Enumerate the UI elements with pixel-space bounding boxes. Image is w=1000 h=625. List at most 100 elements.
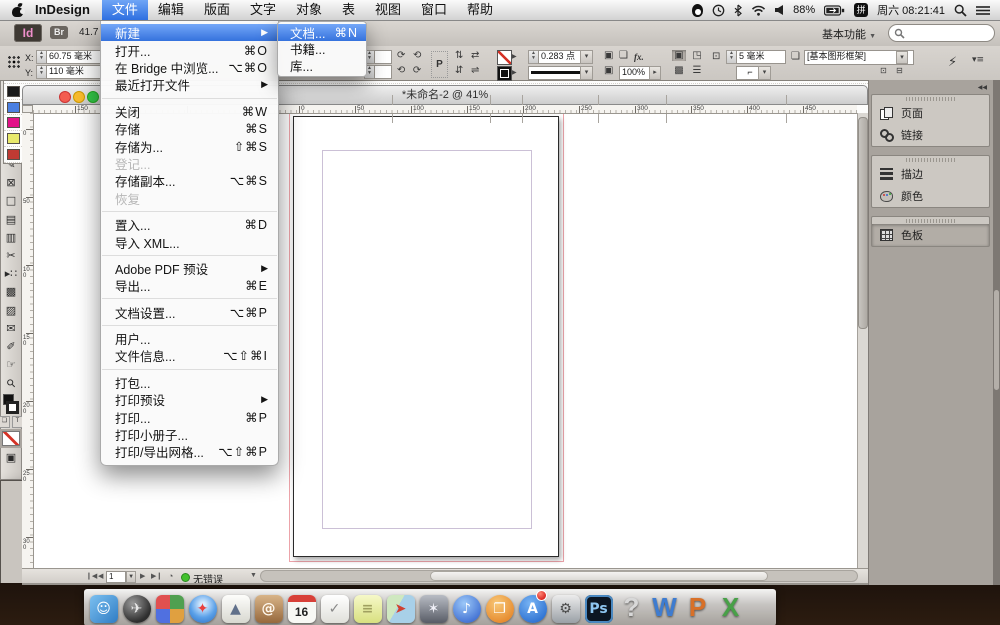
apply-none-button[interactable] — [2, 431, 20, 446]
zoom-button[interactable] — [87, 91, 99, 103]
menu-7[interactable]: 视图 — [365, 0, 411, 20]
battery-icon[interactable] — [824, 5, 845, 16]
dock-scrollbar-thumb[interactable] — [994, 290, 999, 390]
next-page-button[interactable]: ▶ — [140, 572, 145, 580]
close-button[interactable] — [59, 91, 71, 103]
dock-app-app-store[interactable]: A — [517, 590, 548, 623]
shear-icon[interactable]: ⟲ — [413, 65, 421, 76]
quick-apply-icon[interactable]: ⚡ — [948, 55, 957, 70]
wrap-shape-button[interactable]: ▩ — [672, 65, 686, 76]
vertical-ruler[interactable]: 050100150200250300 — [22, 113, 34, 568]
app-menu-title[interactable]: InDesign — [31, 0, 102, 20]
break-link-style-icon[interactable]: ⊟ — [896, 66, 903, 75]
dock-app-safari[interactable]: ✦ — [187, 590, 218, 623]
gradient-swatch-tool[interactable]: ▩ — [1, 283, 21, 301]
panel-tab-stroke[interactable]: 描边 — [872, 163, 989, 185]
corner-size-field[interactable]: 5 毫米 — [736, 50, 786, 64]
minimize-button[interactable] — [73, 91, 85, 103]
effects-button[interactable]: fx. — [634, 52, 644, 62]
rotate-cw-icon[interactable]: ⟳ — [397, 50, 405, 61]
free-transform-tool[interactable]: ▸∷ — [1, 265, 21, 283]
fill-color-swatch[interactable] — [497, 66, 512, 81]
dock-app-dashboard[interactable] — [154, 590, 185, 623]
menu-3[interactable]: 版面 — [194, 0, 240, 20]
dock-app-finder[interactable]: ☺ — [88, 590, 119, 623]
menu-9[interactable]: 帮助 — [457, 0, 503, 20]
page-number-box[interactable]: 1 ▼ — [106, 571, 136, 581]
vertical-grid-tool[interactable]: ▥ — [1, 228, 21, 246]
stroke-color-arrow-icon[interactable]: ▶ — [512, 53, 517, 60]
file-menu-item[interactable]: 导出...⌘E — [101, 277, 278, 294]
file-menu-item[interactable]: 打印/导出网格...⌥⇧⌘P — [101, 443, 278, 460]
zoom-level-value[interactable]: 41.7 — [79, 27, 98, 38]
wifi-icon[interactable] — [751, 5, 766, 16]
panel-tab-color[interactable]: 颜色 — [872, 185, 989, 207]
last-page-button[interactable]: ▶❙ — [151, 572, 162, 580]
first-page-button[interactable]: ❙◀ — [86, 572, 97, 580]
file-menu-item[interactable]: 打印小册子... — [101, 426, 278, 443]
flip-horizontal-icon[interactable]: ⇄ — [471, 50, 479, 61]
apple-menu-icon[interactable] — [12, 3, 23, 17]
stroke-swatch[interactable] — [6, 401, 19, 414]
vertical-scrollbar-thumb[interactable] — [858, 117, 868, 329]
rotate-ccw-icon[interactable]: ⟲ — [413, 50, 421, 61]
file-menu-item[interactable]: 最近打开文件▶ — [101, 76, 278, 93]
file-menu-item[interactable]: 新建▶ — [101, 24, 278, 41]
dock-app-itunes[interactable]: ♪ — [451, 590, 482, 623]
object-style-arrow[interactable]: ▾ — [896, 51, 908, 64]
stroke-style-dropdown[interactable] — [528, 66, 586, 80]
menu-1[interactable]: 文件 — [102, 0, 148, 20]
bluetooth-icon[interactable] — [734, 4, 742, 17]
dock-collapse-icon[interactable]: ◀◀ — [978, 84, 987, 91]
file-menu-item[interactable]: 导入 XML... — [101, 233, 278, 250]
file-menu-item[interactable]: 存储副本...⌥⌘S — [101, 172, 278, 189]
dock-app-notes[interactable]: ≡ — [352, 590, 383, 623]
notification-center-icon[interactable] — [976, 5, 990, 16]
dock-app-photo-booth[interactable]: ✶ — [418, 590, 449, 623]
dock-app-contacts[interactable]: @ — [253, 590, 284, 623]
eyedropper-tool[interactable]: ✐ — [1, 337, 21, 355]
drop-shadow-icon[interactable]: ▣ — [604, 50, 613, 61]
wrap-bounding-button[interactable]: ◳ — [690, 50, 704, 61]
wrap-none-button[interactable]: ▣ — [672, 50, 686, 61]
rectangle-tool[interactable]: □ — [1, 192, 21, 210]
y-field[interactable]: 110 毫米 — [46, 65, 102, 79]
workspace-switcher[interactable]: 基本功能 ▼ — [822, 26, 876, 42]
fill-stroke-indicator[interactable] — [1, 392, 21, 416]
dock-app-maps[interactable]: ➤ — [385, 590, 416, 623]
frame-tool[interactable]: ⊠ — [1, 174, 21, 192]
corner-shape-dropdown[interactable]: ▾ — [758, 66, 771, 80]
rotate-content-icon[interactable]: ⇌ — [471, 65, 479, 76]
dock-app-word[interactable]: W — [649, 590, 680, 623]
menu-4[interactable]: 文字 — [240, 0, 286, 20]
gradient-feather-tool[interactable]: ▨ — [1, 301, 21, 319]
search-input[interactable] — [888, 24, 995, 42]
prev-page-button[interactable]: ◀ — [98, 572, 103, 580]
drag-handle[interactable] — [906, 219, 955, 223]
submenu-item[interactable]: 库... — [278, 57, 366, 74]
submenu-item[interactable]: 文档...⌘N — [278, 24, 366, 41]
rotate-90-icon[interactable]: ⟳ — [397, 65, 405, 76]
spotlight-icon[interactable] — [954, 4, 967, 17]
input-method-icon[interactable]: 拼 — [854, 3, 868, 17]
stroke-color-swatch[interactable] — [497, 50, 512, 65]
menu-5[interactable]: 对象 — [286, 0, 332, 20]
page-number-field[interactable]: 1 — [106, 571, 126, 583]
panel-tab-swatches[interactable]: 色板 — [872, 224, 989, 246]
screen-mode-button[interactable]: ▣ — [1, 448, 21, 466]
menu-8[interactable]: 窗口 — [411, 0, 457, 20]
drag-handle[interactable] — [906, 158, 955, 162]
fill-color-arrow-icon[interactable]: ▶ — [512, 69, 517, 76]
wrap-jump-button[interactable]: ☰ — [690, 65, 704, 76]
reference-point-proxy[interactable] — [8, 56, 20, 68]
dock-app-launchpad[interactable]: ✈ — [121, 590, 152, 623]
submenu-item[interactable]: 书籍... — [278, 41, 366, 58]
formatting-container-button[interactable]: ❏ — [0, 416, 10, 428]
dock-app-excel[interactable]: X — [715, 590, 746, 623]
file-menu-item[interactable]: 打印预设▶ — [101, 391, 278, 408]
clock-icon[interactable] — [712, 4, 725, 17]
file-menu-item[interactable]: 打印...⌘P — [101, 408, 278, 425]
file-menu-item[interactable]: 恢复 — [101, 190, 278, 207]
dock-app-powerpoint[interactable]: P — [682, 590, 713, 623]
bridge-button[interactable]: Br — [50, 26, 68, 39]
